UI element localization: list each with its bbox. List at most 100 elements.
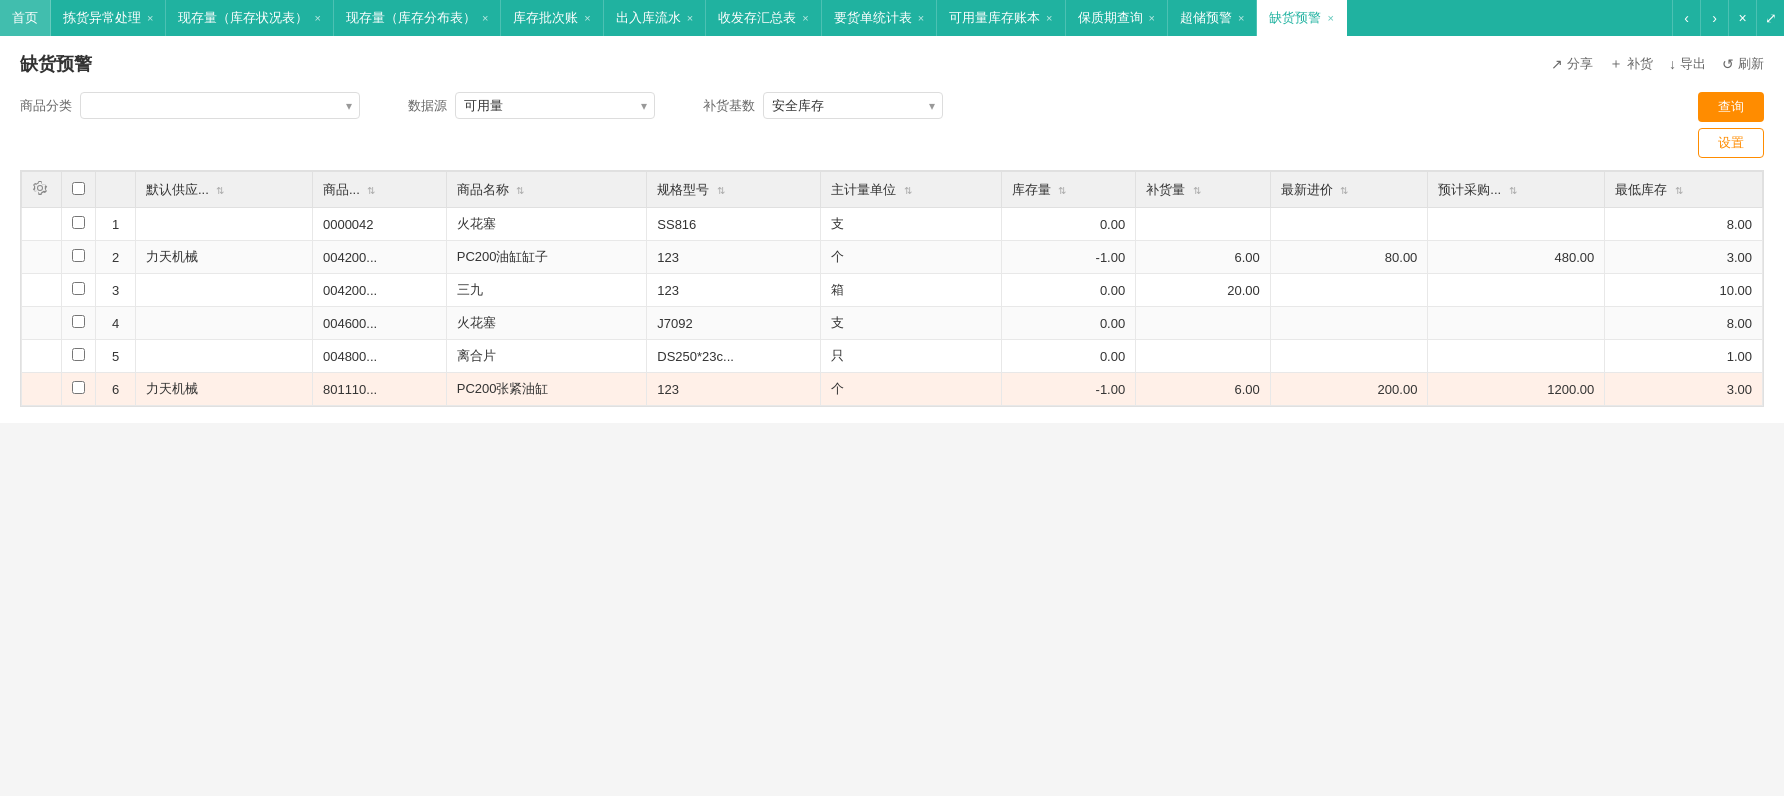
table-cell <box>22 208 62 241</box>
table-cell: 8.00 <box>1605 208 1763 241</box>
tab-close-demand-stat[interactable]: × <box>918 12 924 24</box>
row-checkbox[interactable] <box>72 381 85 394</box>
table-body: 10000042火花塞SS816支0.008.002力天机械004200...P… <box>22 208 1763 406</box>
replenish-basis-select-wrapper: 安全库存 <box>763 92 943 119</box>
tab-close-receive-summary[interactable]: × <box>802 12 808 24</box>
tab-close-overstock[interactable]: × <box>1238 12 1244 24</box>
th-latest-price[interactable]: 最新进价 ⇅ <box>1270 172 1428 208</box>
th-unit[interactable]: 主计量单位 ⇅ <box>820 172 1001 208</box>
table-row: 10000042火花塞SS816支0.008.00 <box>22 208 1763 241</box>
table-cell: 0.00 <box>1001 208 1136 241</box>
th-stock[interactable]: 库存量 ⇅ <box>1001 172 1136 208</box>
sort-icon-estimated-purchase: ⇅ <box>1509 185 1517 196</box>
row-checkbox[interactable] <box>72 282 85 295</box>
table-cell: 123 <box>647 241 821 274</box>
th-num <box>96 172 136 208</box>
th-product-code[interactable]: 商品... ⇅ <box>312 172 446 208</box>
table-cell: 123 <box>647 373 821 406</box>
table-cell: 0.00 <box>1001 340 1136 373</box>
tab-inventory-status[interactable]: 现存量（库存状况表） × <box>166 0 333 36</box>
replenish-button[interactable]: ＋ 补货 <box>1609 55 1653 73</box>
table-cell: PC200张紧油缸 <box>446 373 647 406</box>
row-checkbox[interactable] <box>72 315 85 328</box>
table-cell <box>1136 208 1271 241</box>
tab-nav-prev[interactable]: ‹ <box>1672 0 1700 36</box>
replenish-basis-filter-group: 补货基数 安全库存 <box>703 92 943 119</box>
sort-icon-supplier: ⇅ <box>216 185 224 196</box>
table-cell <box>22 274 62 307</box>
tab-inventory-dist[interactable]: 现存量（库存分布表） × <box>334 0 501 36</box>
table-cell: -1.00 <box>1001 241 1136 274</box>
datasource-select-wrapper: 可用量 库存量 <box>455 92 655 119</box>
table-cell: 004600... <box>312 307 446 340</box>
sort-icon-unit: ⇅ <box>904 185 912 196</box>
table-cell <box>136 307 313 340</box>
td-checkbox <box>62 373 96 406</box>
table-cell: 80.00 <box>1270 241 1428 274</box>
category-select[interactable] <box>80 92 360 119</box>
share-button[interactable]: ↗ 分享 <box>1551 55 1593 73</box>
table-cell <box>22 241 62 274</box>
query-button[interactable]: 查询 <box>1698 92 1764 122</box>
table-cell: 004200... <box>312 274 446 307</box>
table-cell <box>136 340 313 373</box>
th-estimated-purchase[interactable]: 预计采购... ⇅ <box>1428 172 1605 208</box>
row-checkbox[interactable] <box>72 216 85 229</box>
tab-receive-summary[interactable]: 收发存汇总表 × <box>706 0 821 36</box>
page-title: 缺货预警 <box>20 52 92 76</box>
table-cell: 3 <box>96 274 136 307</box>
settings-button[interactable]: 设置 <box>1698 128 1764 158</box>
table-cell: 004800... <box>312 340 446 373</box>
table-cell: 480.00 <box>1428 241 1605 274</box>
tab-demand-stat[interactable]: 要货单统计表 × <box>822 0 937 36</box>
th-product-name[interactable]: 商品名称 ⇅ <box>446 172 647 208</box>
refresh-button[interactable]: ↺ 刷新 <box>1722 55 1764 73</box>
th-spec[interactable]: 规格型号 ⇅ <box>647 172 821 208</box>
category-select-wrapper <box>80 92 360 119</box>
table-cell: 火花塞 <box>446 208 647 241</box>
table-cell <box>1136 307 1271 340</box>
export-button[interactable]: ↓ 导出 <box>1669 55 1706 73</box>
tab-abnormal[interactable]: 拣货异常处理 × <box>51 0 166 36</box>
tab-nav-close[interactable]: × <box>1728 0 1756 36</box>
th-checkbox[interactable] <box>62 172 96 208</box>
tab-nav-expand[interactable]: ⤢ <box>1756 0 1784 36</box>
table-cell: 只 <box>820 340 1001 373</box>
tab-inout-flow[interactable]: 出入库流水 × <box>604 0 706 36</box>
replenish-basis-select[interactable]: 安全库存 <box>763 92 943 119</box>
row-checkbox[interactable] <box>72 249 85 262</box>
tab-batch-account[interactable]: 库存批次账 × <box>501 0 603 36</box>
tab-close-available-ledger[interactable]: × <box>1046 12 1052 24</box>
tab-available-ledger[interactable]: 可用量库存账本 × <box>937 0 1065 36</box>
datasource-select[interactable]: 可用量 库存量 <box>455 92 655 119</box>
tab-overstock[interactable]: 超储预警 × <box>1168 0 1257 36</box>
table-cell: 个 <box>820 373 1001 406</box>
tab-close-shortage[interactable]: × <box>1327 12 1333 24</box>
th-gear[interactable] <box>22 172 62 208</box>
table-cell <box>136 274 313 307</box>
table-cell: 1200.00 <box>1428 373 1605 406</box>
tab-shortage[interactable]: 缺货预警 × <box>1257 0 1346 36</box>
tab-close-batch-account[interactable]: × <box>584 12 590 24</box>
tab-close-inout-flow[interactable]: × <box>687 12 693 24</box>
table-cell: 2 <box>96 241 136 274</box>
table-cell: 火花塞 <box>446 307 647 340</box>
table-cell <box>1136 340 1271 373</box>
table-cell: 801110... <box>312 373 446 406</box>
tab-close-abnormal[interactable]: × <box>147 12 153 24</box>
row-checkbox[interactable] <box>72 348 85 361</box>
select-all-checkbox[interactable] <box>72 182 85 195</box>
th-replenish-qty[interactable]: 补货量 ⇅ <box>1136 172 1271 208</box>
tab-close-inventory-dist[interactable]: × <box>482 12 488 24</box>
tab-home[interactable]: 首页 <box>0 0 51 36</box>
tab-nav-next[interactable]: › <box>1700 0 1728 36</box>
tab-close-expiry-query[interactable]: × <box>1149 12 1155 24</box>
th-min-stock[interactable]: 最低库存 ⇅ <box>1605 172 1763 208</box>
th-default-supplier[interactable]: 默认供应... ⇅ <box>136 172 313 208</box>
table-cell <box>1428 307 1605 340</box>
tab-close-inventory-status[interactable]: × <box>314 12 320 24</box>
share-icon: ↗ <box>1551 56 1563 72</box>
sort-icon-product-name: ⇅ <box>516 185 524 196</box>
tab-expiry-query[interactable]: 保质期查询 × <box>1066 0 1168 36</box>
table-cell: 8.00 <box>1605 307 1763 340</box>
